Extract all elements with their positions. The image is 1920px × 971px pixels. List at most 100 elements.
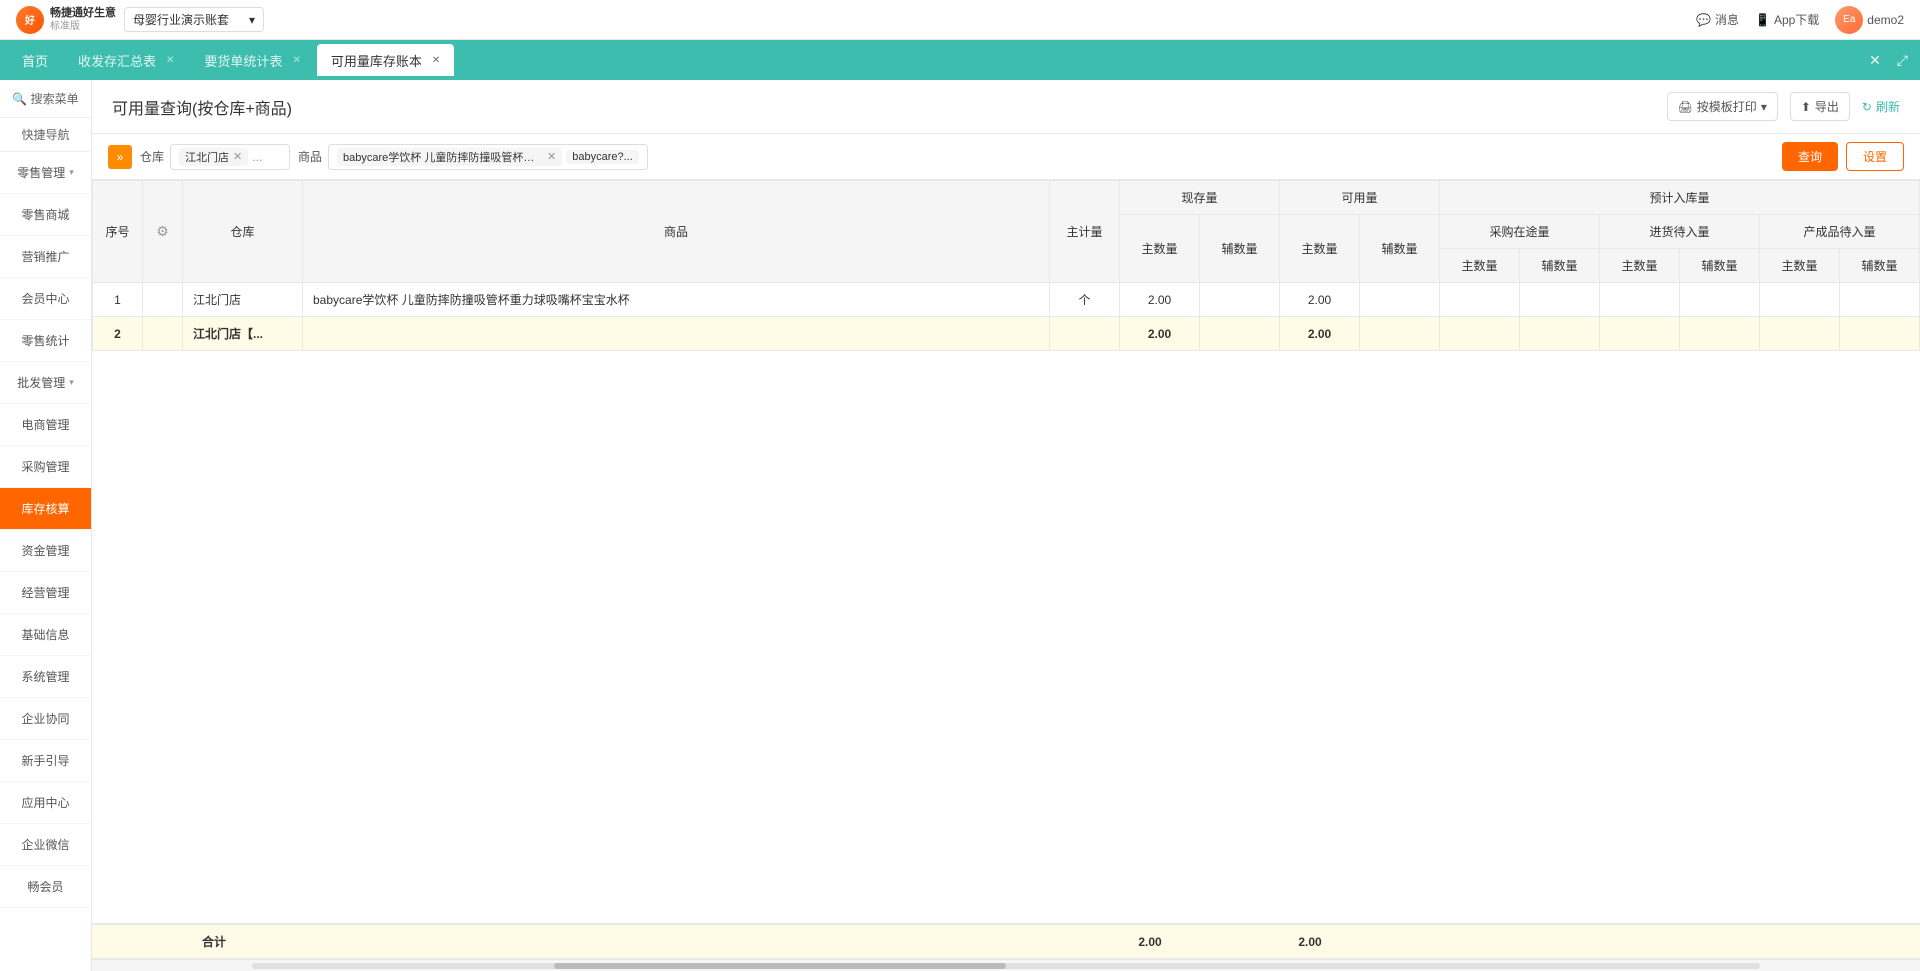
col-purchase-main: 主数量 [1440, 249, 1520, 283]
page-title: 可用量查询(按仓库+商品) [112, 95, 292, 119]
warehouse-input[interactable]: 江北门店 ✕ ... [170, 144, 290, 170]
export-button[interactable]: ⬆ 导出 [1790, 92, 1850, 121]
filter-bar: » 仓库 江北门店 ✕ ... 商品 babycare学饮杯 儿童防摔防撞吸管杯… [92, 134, 1920, 180]
sidebar-item-operations[interactable]: 经营管理 [0, 572, 91, 614]
sidebar-quick-nav[interactable]: 快捷导航 [0, 118, 91, 152]
sidebar-search[interactable]: 🔍 搜索菜单 [0, 80, 91, 118]
warehouse-tag: 江北门店 ✕ [179, 148, 248, 166]
sidebar-item-enterprise-collab[interactable]: 企业协同 [0, 698, 91, 740]
filter-actions: 查询 设置 [1782, 142, 1904, 171]
col-settings[interactable]: ⚙ [143, 181, 183, 283]
col-production-main: 主数量 [1760, 249, 1840, 283]
bottom-scrollbar[interactable] [92, 959, 1920, 971]
close-window-icon[interactable]: ✕ [1865, 48, 1885, 73]
remove-warehouse-icon[interactable]: ✕ [233, 150, 242, 163]
sidebar-item-marketing[interactable]: 营销推广 [0, 236, 91, 278]
col-incoming-aux: 辅数量 [1680, 249, 1760, 283]
sidebar-item-purchase[interactable]: 采购管理 [0, 446, 91, 488]
col-main-unit: 主计量 [1050, 181, 1120, 283]
product-input[interactable]: babycare学饮杯 儿童防摔防撞吸管杯重力球吸嘴杯宝宝水杯 ✕ babyca… [328, 144, 648, 170]
setting-button[interactable]: 设置 [1846, 142, 1904, 171]
scroll-thumb[interactable] [554, 963, 1006, 969]
chevron-down-icon: ▾ [249, 13, 255, 27]
maximize-icon[interactable]: ⤢ [1893, 48, 1912, 73]
top-bar-right: 💬 消息 📱 App下载 Ea demo2 [1696, 6, 1904, 34]
tab-home[interactable]: 首页 [8, 44, 62, 76]
top-bar-left: 好 畅捷通好生意 标准版 母婴行业演示账套 ▾ [16, 6, 264, 34]
export-icon: ⬆ [1801, 100, 1811, 114]
data-table: 序号 ⚙ 仓库 商品 主计量 现存量 可用量 预计入库量 主数量 辅数量 [92, 180, 1920, 351]
sidebar-item-retail-mall[interactable]: 零售商城 [0, 194, 91, 236]
query-button[interactable]: 查询 [1782, 142, 1838, 171]
sidebar-item-system[interactable]: 系统管理 [0, 656, 91, 698]
tab-requisition[interactable]: 要货单统计表 ✕ [190, 44, 314, 76]
col-available-aux: 辅数量 [1360, 215, 1440, 283]
sidebar-item-vip[interactable]: 畅会员 [0, 866, 91, 908]
sidebar-item-new-guide[interactable]: 新手引导 [0, 740, 91, 782]
sidebar-item-wholesale-mgmt[interactable]: 批发管理 ▾ [0, 362, 91, 404]
sidebar-item-app-center[interactable]: 应用中心 [0, 782, 91, 824]
search-icon: 🔍 [12, 92, 27, 106]
col-available-main: 主数量 [1280, 215, 1360, 283]
chevron-down-icon: ▾ [1761, 100, 1767, 114]
message-icon: 💬 [1696, 13, 1711, 27]
page-header: 可用量查询(按仓库+商品) 🖨 按模板打印 ▾ ⬆ 导出 ↻ 刷新 [92, 80, 1920, 134]
col-incoming-group: 进货待入量 [1600, 215, 1760, 249]
logo-icon: 好 [16, 6, 44, 34]
table-container[interactable]: 序号 ⚙ 仓库 商品 主计量 现存量 可用量 预计入库量 主数量 辅数量 [92, 180, 1920, 923]
product-filter-field: 商品 babycare学饮杯 儿童防摔防撞吸管杯重力球吸嘴杯宝宝水杯 ✕ bab… [298, 144, 648, 170]
table-row-subtotal: 2 江北门店【... 2.00 2.00 [93, 317, 1920, 351]
sidebar-item-finance[interactable]: 资金管理 [0, 530, 91, 572]
col-purchase-group: 采购在途量 [1440, 215, 1600, 249]
product-tag: babycare学饮杯 儿童防摔防撞吸管杯重力球吸嘴杯宝宝水杯 ✕ [337, 148, 562, 166]
print-icon: 🖨 [1678, 100, 1693, 114]
store-selector[interactable]: 母婴行业演示账套 ▾ [124, 7, 264, 32]
page-header-actions: 🖨 按模板打印 ▾ ⬆ 导出 ↻ 刷新 [1667, 92, 1900, 121]
scroll-track[interactable] [252, 963, 1760, 969]
col-stock-main: 主数量 [1120, 215, 1200, 283]
warehouse-filter-field: 仓库 江北门店 ✕ ... [140, 144, 290, 170]
col-purchase-aux: 辅数量 [1520, 249, 1600, 283]
col-stock-group: 现存量 [1120, 181, 1280, 215]
app-download-button[interactable]: 📱 App下载 [1755, 11, 1819, 28]
col-warehouse: 仓库 [183, 181, 303, 283]
refresh-button[interactable]: ↻ 刷新 [1862, 98, 1900, 115]
remove-product-icon[interactable]: ✕ [547, 150, 556, 163]
col-product: 商品 [303, 181, 1050, 283]
sidebar-item-retail-stats[interactable]: 零售统计 [0, 320, 91, 362]
col-production-aux: 辅数量 [1840, 249, 1920, 283]
user-menu[interactable]: Ea demo2 [1835, 6, 1904, 34]
tab-inventory-summary[interactable]: 收发存汇总表 ✕ [64, 44, 188, 76]
col-index: 序号 [93, 181, 143, 283]
sidebar-item-ecommerce[interactable]: 电商管理 [0, 404, 91, 446]
table-footer: 合计 2.00 2.00 [92, 923, 1920, 959]
col-expected-group: 预计入库量 [1440, 181, 1920, 215]
tab-available-stock[interactable]: 可用量库存账本 ✕ [317, 44, 454, 76]
logo-area: 好 畅捷通好生意 标准版 [16, 6, 116, 34]
filter-expand-button[interactable]: » [108, 145, 132, 169]
logo-text: 畅捷通好生意 标准版 [50, 6, 116, 33]
gear-icon[interactable]: ⚙ [156, 223, 169, 239]
col-available-group: 可用量 [1280, 181, 1440, 215]
nav-tabs-right: ✕ ⤢ [1865, 48, 1912, 73]
sidebar-item-inventory[interactable]: 库存核算 [0, 488, 91, 530]
sidebar: 🔍 搜索菜单 快捷导航 零售管理 ▾ 零售商城 营销推广 会员中心 零售统计 批… [0, 80, 92, 971]
print-button[interactable]: 🖨 按模板打印 ▾ [1667, 92, 1778, 121]
col-production-group: 产成品待入量 [1760, 215, 1920, 249]
col-stock-aux: 辅数量 [1200, 215, 1280, 283]
nav-tabs: 首页 收发存汇总表 ✕ 要货单统计表 ✕ 可用量库存账本 ✕ ✕ ⤢ [0, 40, 1920, 80]
sidebar-item-retail-mgmt[interactable]: 零售管理 ▾ [0, 152, 91, 194]
col-incoming-main: 主数量 [1600, 249, 1680, 283]
sidebar-item-enterprise-wechat[interactable]: 企业微信 [0, 824, 91, 866]
sidebar-item-member-center[interactable]: 会员中心 [0, 278, 91, 320]
tab-close-icon[interactable]: ✕ [166, 55, 174, 66]
message-button[interactable]: 💬 消息 [1696, 11, 1739, 28]
tab-close-icon[interactable]: ✕ [292, 55, 300, 66]
top-bar: 好 畅捷通好生意 标准版 母婴行业演示账套 ▾ 💬 消息 📱 App下载 Ea … [0, 0, 1920, 40]
sidebar-item-basic-info[interactable]: 基础信息 [0, 614, 91, 656]
chevron-down-icon: ▾ [69, 167, 74, 178]
chevron-down-icon: ▾ [69, 377, 74, 388]
more-options-icon[interactable]: ... [252, 150, 262, 164]
product-more-tag: babycare?... [566, 150, 639, 164]
tab-close-icon[interactable]: ✕ [432, 55, 440, 66]
